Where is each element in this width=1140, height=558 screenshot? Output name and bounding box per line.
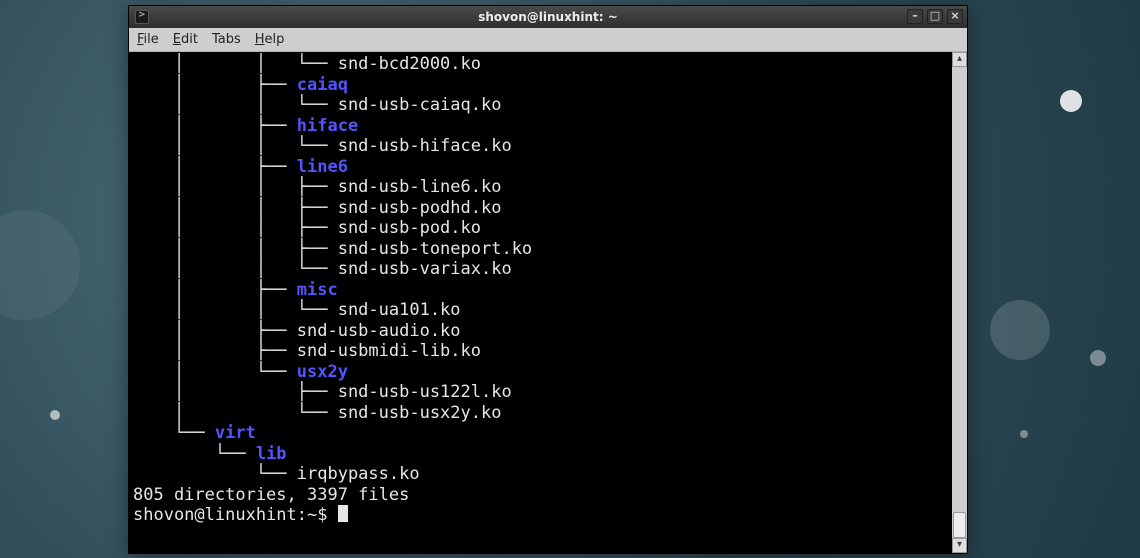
scroll-up-button[interactable]: ▴ (952, 52, 967, 67)
tree-file: snd-usb-hiface.ko (338, 136, 512, 156)
tree-line: │ ├── misc (133, 280, 948, 301)
tree-summary: 805 directories, 3397 files (133, 485, 948, 506)
tree-file: snd-usb-toneport.ko (338, 239, 532, 259)
decoration (1090, 350, 1106, 366)
tree-line: │ │ ├── snd-usb-line6.ko (133, 177, 948, 198)
tree-file: snd-usb-pod.ko (338, 218, 481, 238)
menu-help[interactable]: Help (255, 32, 285, 47)
tree-line: └── virt (133, 423, 948, 444)
tree-file: snd-usb-audio.ko (297, 321, 461, 341)
terminal-area: │ │ └── snd-bcd2000.ko │ ├── caiaq │ │ └… (129, 52, 967, 553)
tree-line: │ ├── snd-usb-us122l.ko (133, 382, 948, 403)
tree-line: │ │ ├── snd-usb-toneport.ko (133, 239, 948, 260)
tree-line: └── lib (133, 444, 948, 465)
menubar: File Edit Tabs Help (129, 28, 967, 52)
tree-dir: usx2y (297, 362, 348, 382)
tree-line: │ │ ├── snd-usb-pod.ko (133, 218, 948, 239)
prompt-line[interactable]: shovon@linuxhint:~$ (133, 505, 948, 526)
decoration (1020, 430, 1028, 438)
scroll-thumb[interactable] (953, 512, 966, 538)
decoration (0, 210, 80, 320)
terminal-output[interactable]: │ │ └── snd-bcd2000.ko │ ├── caiaq │ │ └… (129, 52, 952, 553)
tree-file: snd-usbmidi-lib.ko (297, 341, 481, 361)
menu-edit[interactable]: Edit (173, 32, 198, 47)
tree-line: │ │ ├── snd-usb-podhd.ko (133, 198, 948, 219)
tree-file: snd-usb-variax.ko (338, 259, 512, 279)
tree-line: │ └── snd-usb-usx2y.ko (133, 403, 948, 424)
menu-file-rest: ile (144, 32, 159, 47)
prompt-text: shovon@linuxhint:~$ (133, 505, 338, 525)
menu-edit-rest: dit (181, 32, 198, 47)
tree-file: snd-usb-caiaq.ko (338, 95, 502, 115)
titlebar[interactable]: shovon@linuxhint: ~ – □ × (129, 6, 967, 28)
close-button[interactable]: × (947, 9, 963, 24)
tree-line: │ ├── line6 (133, 157, 948, 178)
tree-dir: virt (215, 423, 256, 443)
tree-line: │ ├── caiaq (133, 75, 948, 96)
menu-tabs[interactable]: Tabs (212, 32, 241, 47)
tree-file: snd-ua101.ko (338, 300, 461, 320)
tree-line: │ ├── snd-usb-audio.ko (133, 321, 948, 342)
window-title: shovon@linuxhint: ~ (478, 10, 618, 24)
tree-line: │ │ └── snd-bcd2000.ko (133, 54, 948, 75)
menu-file[interactable]: File (137, 32, 159, 47)
tree-dir: lib (256, 444, 287, 464)
terminal-icon (135, 10, 149, 24)
tree-line: │ │ └── snd-usb-variax.ko (133, 259, 948, 280)
tree-file: snd-usb-podhd.ko (338, 198, 502, 218)
tree-dir: misc (297, 280, 338, 300)
tree-line: └── irqbypass.ko (133, 464, 948, 485)
decoration (50, 410, 60, 420)
decoration (990, 300, 1050, 360)
tree-dir: hiface (297, 116, 358, 136)
minimize-button[interactable]: – (907, 9, 923, 24)
tree-line: │ ├── snd-usbmidi-lib.ko (133, 341, 948, 362)
cursor (338, 505, 348, 522)
tree-file: irqbypass.ko (297, 464, 420, 484)
tree-line: │ │ └── snd-usb-hiface.ko (133, 136, 948, 157)
tree-dir: caiaq (297, 75, 348, 95)
tree-line: │ │ └── snd-ua101.ko (133, 300, 948, 321)
tree-file: snd-usb-us122l.ko (338, 382, 512, 402)
menu-help-rest: elp (265, 32, 285, 47)
tree-line: │ ├── hiface (133, 116, 948, 137)
tree-line: │ └── usx2y (133, 362, 948, 383)
scroll-down-button[interactable]: ▾ (952, 538, 967, 553)
tree-file: snd-usb-usx2y.ko (338, 403, 502, 423)
window-controls: – □ × (907, 9, 963, 24)
tree-dir: line6 (297, 157, 348, 177)
tree-line: │ │ └── snd-usb-caiaq.ko (133, 95, 948, 116)
scroll-track[interactable] (952, 67, 967, 538)
tree-file: snd-usb-line6.ko (338, 177, 502, 197)
decoration (1060, 90, 1082, 112)
desktop: shovon@linuxhint: ~ – □ × File Edit Tabs… (0, 0, 1140, 558)
terminal-window: shovon@linuxhint: ~ – □ × File Edit Tabs… (128, 5, 968, 554)
tree-file: snd-bcd2000.ko (338, 54, 481, 74)
scrollbar[interactable]: ▴ ▾ (952, 52, 967, 553)
maximize-button[interactable]: □ (927, 9, 943, 24)
